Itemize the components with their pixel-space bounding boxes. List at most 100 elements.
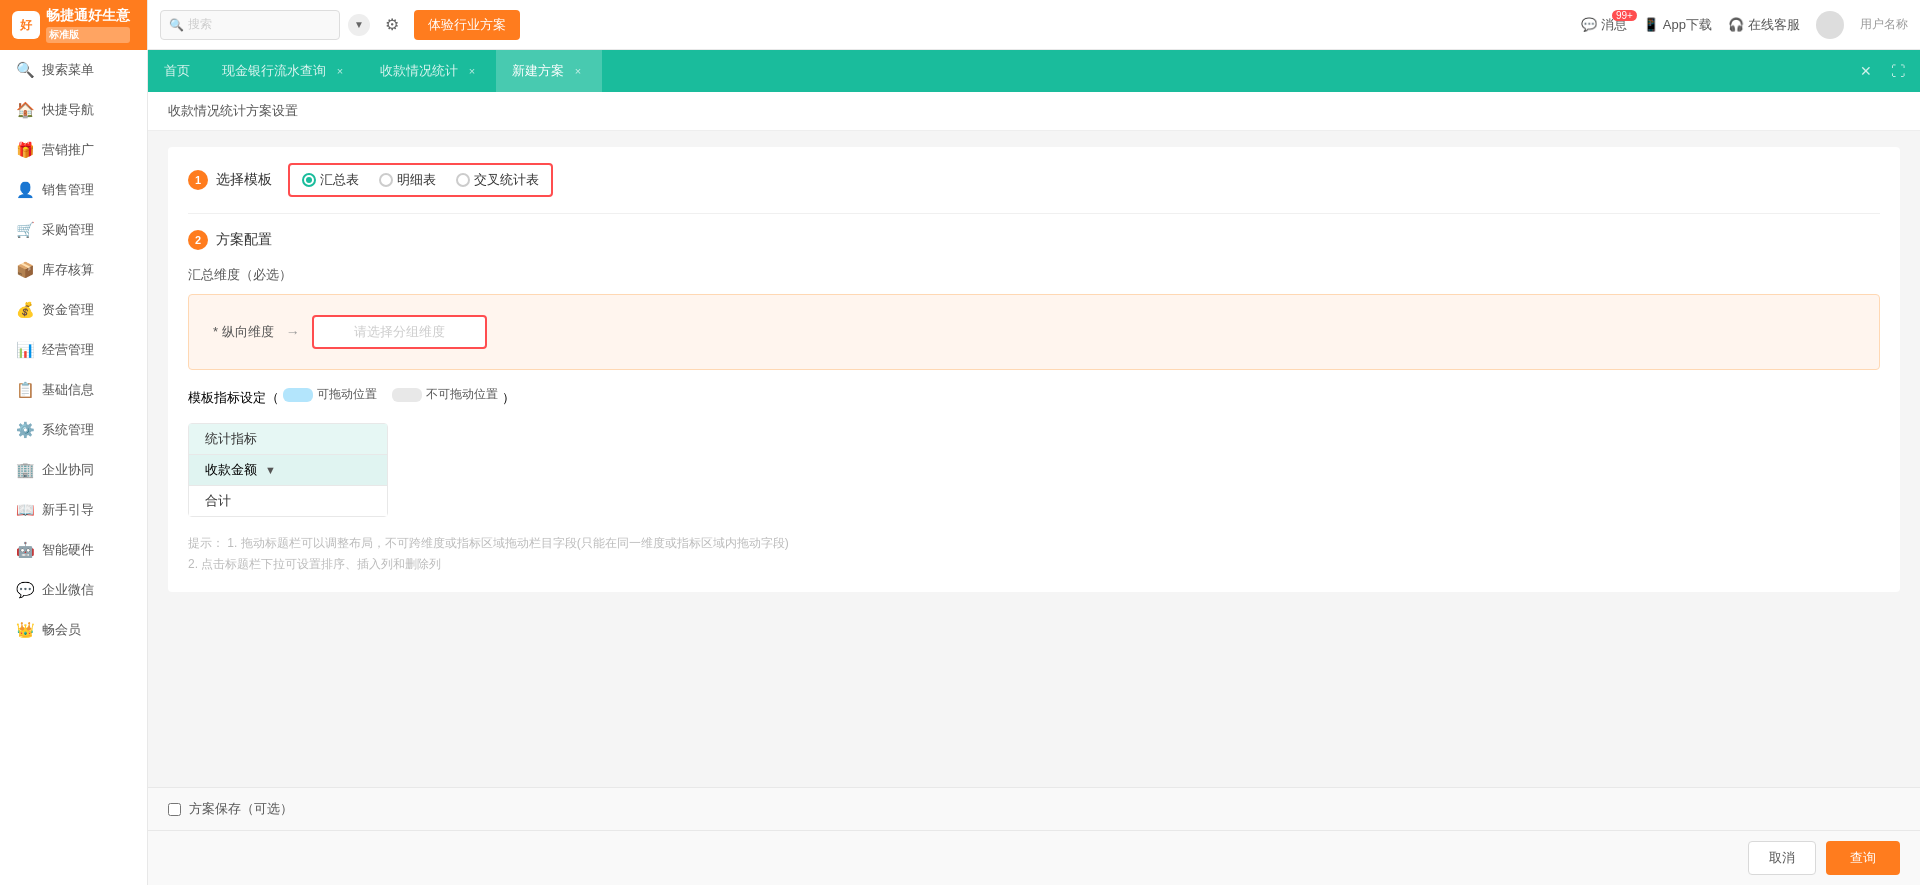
sidebar-item-basic-info[interactable]: 📋 基础信息 bbox=[0, 370, 147, 410]
notification-btn[interactable]: 💬 消息 99+ bbox=[1581, 16, 1627, 34]
group-dimension-placeholder: 请选择分组维度 bbox=[354, 324, 445, 339]
sidebar-item-finance[interactable]: 💰 资金管理 bbox=[0, 290, 147, 330]
basic-info-icon: 📋 bbox=[16, 381, 34, 399]
close-window-btn[interactable]: ✕ bbox=[1852, 57, 1880, 85]
quick-nav-icon: 🏠 bbox=[16, 101, 34, 119]
tips-area: 提示： 1. 拖动标题栏可以调整布局，不可跨维度或指标区域拖动栏目字段(只能在同… bbox=[188, 533, 1880, 576]
online-service-label: 在线客服 bbox=[1748, 16, 1800, 34]
radio-summary[interactable]: 汇总表 bbox=[302, 171, 359, 189]
tip-2: 2. 点击标题栏下拉可设置排序、插入列和删除列 bbox=[188, 554, 1880, 576]
dimension-area: * 纵向维度 → 请选择分组维度 bbox=[188, 294, 1880, 370]
indicator-label-suffix: ） bbox=[502, 390, 515, 405]
smart-hw-icon: 🤖 bbox=[16, 541, 34, 559]
sidebar-item-label: 新手引导 bbox=[42, 501, 94, 519]
tabbar: 首页 现金银行流水查询 × 收款情况统计 × 新建方案 × ✕ ⛶ bbox=[148, 50, 1920, 92]
search-icon: 🔍 bbox=[169, 18, 184, 32]
logo-badge: 标准版 bbox=[46, 27, 130, 43]
tab-new-plan-label: 新建方案 bbox=[512, 62, 564, 80]
radio-cross-label: 交叉统计表 bbox=[474, 171, 539, 189]
step2-row: 2 方案配置 bbox=[188, 230, 1880, 250]
radio-detail-circle bbox=[379, 173, 393, 187]
sidebar-item-sales[interactable]: 👤 销售管理 bbox=[0, 170, 147, 210]
save-checkbox[interactable] bbox=[168, 803, 181, 816]
sidebar-item-label: 企业协同 bbox=[42, 461, 94, 479]
industry-btn[interactable]: 体验行业方案 bbox=[414, 10, 520, 40]
sidebar-item-search-menu[interactable]: 🔍 搜索菜单 bbox=[0, 50, 147, 90]
search-box[interactable]: 🔍 搜索 bbox=[160, 10, 340, 40]
save-label: 方案保存（可选） bbox=[189, 800, 293, 818]
tab-collection-stat-close[interactable]: × bbox=[464, 63, 480, 79]
sidebar-logo: 好 畅捷通好生意 标准版 bbox=[0, 0, 147, 50]
online-service-btn[interactable]: 🎧 在线客服 bbox=[1728, 16, 1800, 34]
tab-bank-flow[interactable]: 现金银行流水查询 × bbox=[206, 50, 364, 92]
indicator-total-row: 合计 bbox=[189, 486, 387, 516]
cancel-button[interactable]: 取消 bbox=[1748, 841, 1816, 875]
topbar-dropdown-btn[interactable]: ▼ bbox=[348, 14, 370, 36]
sidebar-item-inventory[interactable]: 📦 库存核算 bbox=[0, 250, 147, 290]
sidebar-item-newbie[interactable]: 📖 新手引导 bbox=[0, 490, 147, 530]
indicator-row-amount: 收款金额 ▼ bbox=[189, 455, 387, 486]
toggle-draggable-icon bbox=[283, 388, 313, 402]
sidebar-item-quick-nav[interactable]: 🏠 快捷导航 bbox=[0, 90, 147, 130]
logo-icon: 好 bbox=[12, 11, 40, 39]
sidebar-item-marketing[interactable]: 🎁 营销推广 bbox=[0, 130, 147, 170]
app-download-icon: 📱 bbox=[1643, 17, 1659, 32]
breadcrumb-text: 收款情况统计方案设置 bbox=[168, 103, 298, 118]
radio-detail[interactable]: 明细表 bbox=[379, 171, 436, 189]
tab-home[interactable]: 首页 bbox=[148, 50, 206, 92]
step1-title: 选择模板 bbox=[216, 171, 272, 189]
settings-icon[interactable]: ⚙ bbox=[378, 11, 406, 39]
tab-collection-stat[interactable]: 收款情况统计 × bbox=[364, 50, 496, 92]
plan-settings-card: 1 选择模板 汇总表 明细表 bbox=[168, 147, 1900, 592]
sidebar-item-smart-hw[interactable]: 🤖 智能硬件 bbox=[0, 530, 147, 570]
service-icon: 🎧 bbox=[1728, 17, 1744, 32]
content-body: 1 选择模板 汇总表 明细表 bbox=[148, 131, 1920, 787]
legend-fixed-box: 不可拖动位置 bbox=[392, 386, 498, 403]
toggle-fixed-icon bbox=[392, 388, 422, 402]
tab-bank-flow-label: 现金银行流水查询 bbox=[222, 62, 326, 80]
search-menu-icon: 🔍 bbox=[16, 61, 34, 79]
sidebar-item-operations[interactable]: 📊 经营管理 bbox=[0, 330, 147, 370]
sidebar-item-label: 基础信息 bbox=[42, 381, 94, 399]
indicator-total-label: 合计 bbox=[205, 493, 231, 508]
divider bbox=[188, 213, 1880, 214]
app-download-btn[interactable]: 📱 App下载 bbox=[1643, 16, 1712, 34]
radio-cross[interactable]: 交叉统计表 bbox=[456, 171, 539, 189]
indicator-row-amount-label: 收款金额 bbox=[205, 461, 257, 479]
vertical-dim-label: * 纵向维度 bbox=[213, 323, 274, 341]
main-area: 🔍 搜索 ▼ ⚙ 体验行业方案 💬 消息 99+ 📱 App下载 🎧 在线客服 … bbox=[148, 0, 1920, 885]
sales-icon: 👤 bbox=[16, 181, 34, 199]
sidebar-item-system[interactable]: ⚙️ 系统管理 bbox=[0, 410, 147, 450]
radio-cross-circle bbox=[456, 173, 470, 187]
sidebar-item-enterprise[interactable]: 🏢 企业协同 bbox=[0, 450, 147, 490]
query-button[interactable]: 查询 bbox=[1826, 841, 1900, 875]
indicator-header-label: 统计指标 bbox=[205, 431, 257, 446]
legend-fixed-label: 不可拖动位置 bbox=[426, 386, 498, 403]
legend-draggable-box: 可拖动位置 bbox=[283, 386, 377, 403]
dim-arrow-icon: → bbox=[286, 324, 300, 340]
tab-new-plan[interactable]: 新建方案 × bbox=[496, 50, 602, 92]
user-avatar[interactable] bbox=[1816, 11, 1844, 39]
maximize-window-btn[interactable]: ⛶ bbox=[1884, 57, 1912, 85]
operations-icon: 📊 bbox=[16, 341, 34, 359]
indicator-table-header: 统计指标 bbox=[189, 424, 387, 455]
sidebar: 好 畅捷通好生意 标准版 🔍 搜索菜单 🏠 快捷导航 🎁 营销推广 👤 销售管理… bbox=[0, 0, 148, 885]
radio-summary-circle bbox=[302, 173, 316, 187]
indicator-label-prefix: 模板指标设定（ bbox=[188, 390, 279, 405]
member-icon: 👑 bbox=[16, 621, 34, 639]
group-dimension-select[interactable]: 请选择分组维度 bbox=[312, 315, 487, 349]
notification-icon: 💬 bbox=[1581, 17, 1597, 32]
finance-icon: 💰 bbox=[16, 301, 34, 319]
wechat-icon: 💬 bbox=[16, 581, 34, 599]
sidebar-item-member[interactable]: 👑 畅会员 bbox=[0, 610, 147, 650]
tab-new-plan-close[interactable]: × bbox=[570, 63, 586, 79]
chevron-down-icon[interactable]: ▼ bbox=[265, 464, 276, 476]
tab-home-label: 首页 bbox=[164, 62, 190, 80]
dimension-label: 汇总维度（必选） bbox=[188, 266, 1880, 284]
indicator-table: 统计指标 收款金额 ▼ 合计 bbox=[188, 423, 388, 517]
indicator-setting-label-row: 模板指标设定（ 可拖动位置 不可拖动位置 ） bbox=[188, 386, 1880, 407]
sidebar-item-wechat[interactable]: 💬 企业微信 bbox=[0, 570, 147, 610]
sidebar-item-purchase[interactable]: 🛒 采购管理 bbox=[0, 210, 147, 250]
step2-title: 方案配置 bbox=[216, 231, 272, 249]
tab-bank-flow-close[interactable]: × bbox=[332, 63, 348, 79]
